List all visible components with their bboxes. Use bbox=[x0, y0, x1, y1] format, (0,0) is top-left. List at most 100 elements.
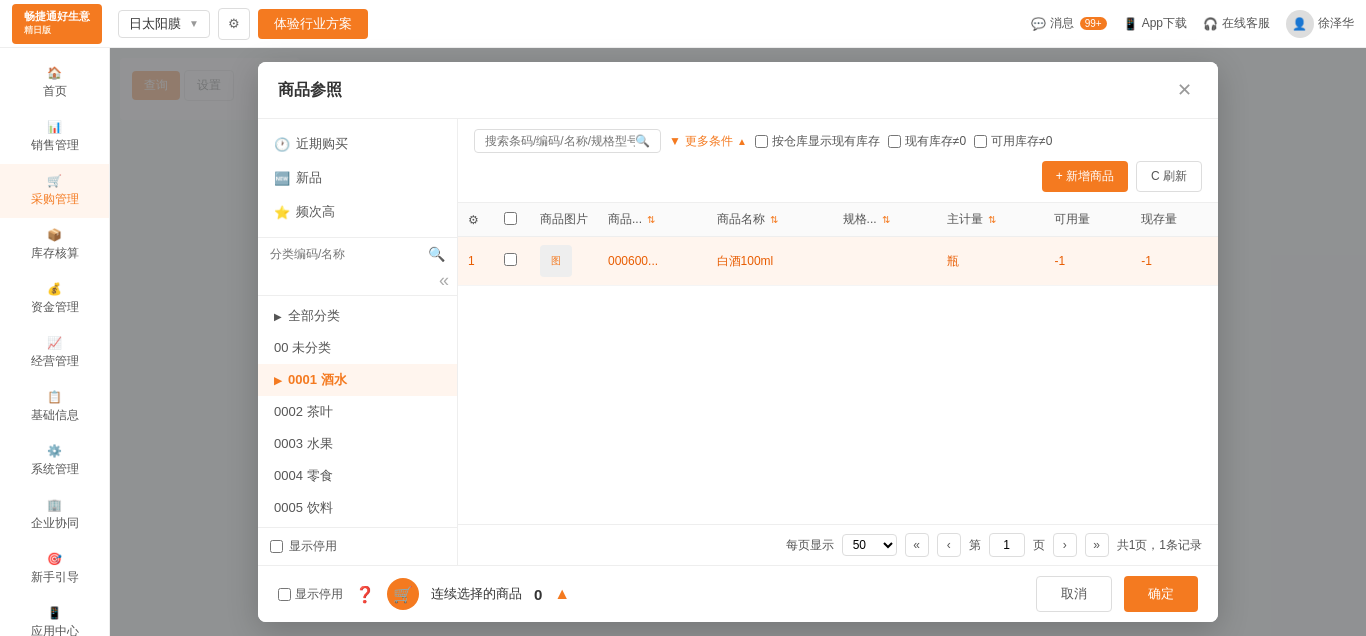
th-unit[interactable]: 主计量 ⇅ bbox=[937, 203, 1044, 237]
row-select-checkbox[interactable] bbox=[504, 253, 517, 266]
category-search-icon[interactable]: 🔍 bbox=[428, 246, 445, 262]
th-code[interactable]: 商品... ⇅ bbox=[598, 203, 707, 237]
modal-left-footer: 显示停用 bbox=[258, 527, 457, 565]
product-search-input[interactable] bbox=[485, 134, 635, 148]
sidebar-label-home: 首页 bbox=[43, 83, 67, 100]
nav-user[interactable]: 👤 徐泽华 bbox=[1286, 10, 1354, 38]
nav-service[interactable]: 🎧 在线客服 bbox=[1203, 15, 1270, 32]
checkbox-available[interactable] bbox=[888, 135, 901, 148]
th-checkbox bbox=[494, 203, 530, 237]
refresh-button[interactable]: C 刷新 bbox=[1136, 161, 1202, 192]
category-tea[interactable]: 0002 茶叶 bbox=[258, 396, 457, 428]
first-page-button[interactable]: « bbox=[905, 533, 929, 557]
tab-recent-label: 近期购买 bbox=[296, 135, 348, 153]
system-icon: ⚙️ bbox=[47, 444, 62, 458]
show-disabled-label: 显示停用 bbox=[289, 538, 337, 555]
sidebar-item-inventory[interactable]: 📦 库存核算 bbox=[0, 218, 109, 272]
sidebar-label-operations: 经营管理 bbox=[31, 353, 79, 370]
sort-icon-spec: ⇅ bbox=[882, 214, 890, 225]
checkbox-warehouse[interactable] bbox=[755, 135, 768, 148]
product-reference-modal: 商品参照 ✕ 🕐 近期购买 🆕 bbox=[258, 62, 1218, 622]
chevron-down-icon: ▼ bbox=[189, 18, 199, 29]
tab-new-products[interactable]: 🆕 新品 bbox=[258, 161, 457, 195]
row-name: 白酒100ml bbox=[707, 237, 833, 286]
category-fruit[interactable]: 0003 水果 bbox=[258, 428, 457, 460]
page-size-select[interactable]: 50 10 20 100 bbox=[842, 534, 897, 556]
select-all-checkbox[interactable] bbox=[504, 212, 517, 225]
sidebar-item-system[interactable]: ⚙️ 系统管理 bbox=[0, 434, 109, 488]
sidebar-item-basic-info[interactable]: 📋 基础信息 bbox=[0, 380, 109, 434]
help-icon[interactable]: ❓ bbox=[355, 585, 375, 604]
company-selector[interactable]: 日太阳膜 ▼ bbox=[118, 10, 210, 38]
show-disabled-checkbox[interactable] bbox=[270, 540, 283, 553]
confirm-button[interactable]: 确定 bbox=[1124, 576, 1198, 612]
table-header-row: ⚙ 商品图片 商品... ⇅ 商品名称 bbox=[458, 203, 1218, 237]
footer-disabled-checkbox[interactable] bbox=[278, 588, 291, 601]
category-liquor[interactable]: ▶ 0001 酒水 bbox=[258, 364, 457, 396]
selector-text: 日太阳膜 bbox=[129, 15, 181, 33]
continuous-select-label: 连续选择的商品 bbox=[431, 585, 522, 603]
footer-collapse-icon[interactable]: ▲ bbox=[554, 585, 570, 603]
sidebar-item-sales[interactable]: 📊 销售管理 bbox=[0, 110, 109, 164]
page-content: 查询 设置 商品参照 ✕ bbox=[110, 48, 1366, 636]
sidebar-item-operations[interactable]: 📈 经营管理 bbox=[0, 326, 109, 380]
category-uncategorized[interactable]: 00 未分类 bbox=[258, 332, 457, 364]
modal-close-button[interactable]: ✕ bbox=[1170, 76, 1198, 104]
product-search-box: 🔍 bbox=[474, 129, 661, 153]
th-settings: ⚙ bbox=[458, 203, 494, 237]
sidebar-item-purchase[interactable]: 🛒 采购管理 bbox=[0, 164, 109, 218]
thumb-label: 图 bbox=[551, 254, 561, 268]
category-label-all: 全部分类 bbox=[288, 307, 340, 325]
purchase-icon: 🛒 bbox=[47, 174, 62, 188]
product-thumbnail: 图 bbox=[540, 245, 572, 277]
nav-app-download[interactable]: 📱 App下载 bbox=[1123, 15, 1187, 32]
collapse-panel-icon[interactable]: « bbox=[439, 270, 449, 291]
tab-frequent[interactable]: ⭐ 频次高 bbox=[258, 195, 457, 229]
sidebar-item-app-center[interactable]: 📱 应用中心 bbox=[0, 596, 109, 636]
th-name[interactable]: 商品名称 ⇅ bbox=[707, 203, 833, 237]
category-search: 🔍 bbox=[258, 238, 457, 270]
cancel-button[interactable]: 取消 bbox=[1036, 576, 1112, 612]
row-available: -1 bbox=[1044, 237, 1131, 286]
cart-icon[interactable]: 🛒 bbox=[387, 578, 419, 610]
page-label2: 页 bbox=[1033, 537, 1045, 554]
trial-button[interactable]: 体验行业方案 bbox=[258, 9, 368, 39]
settings-icon[interactable]: ⚙ bbox=[218, 8, 250, 40]
category-snacks[interactable]: 0004 零食 bbox=[258, 460, 457, 492]
modal-toolbar: 🔍 ▼ 更多条件 ▲ 按仓库显示现有库存 bbox=[458, 119, 1218, 203]
footer-show-disabled[interactable]: 显示停用 bbox=[278, 586, 343, 603]
nav-message[interactable]: 💬 消息 99+ bbox=[1031, 15, 1107, 32]
sidebar-item-guide[interactable]: 🎯 新手引导 bbox=[0, 542, 109, 596]
prev-page-button[interactable]: ‹ bbox=[937, 533, 961, 557]
checkbox-warehouse-group[interactable]: 按仓库显示现有库存 bbox=[755, 133, 880, 150]
tab-new-label: 新品 bbox=[296, 169, 322, 187]
page-label: 第 bbox=[969, 537, 981, 554]
logo-line1: 畅捷通好生意 bbox=[24, 10, 90, 23]
checkbox-usable[interactable] bbox=[974, 135, 987, 148]
last-page-button[interactable]: » bbox=[1085, 533, 1109, 557]
product-table-container: ⚙ 商品图片 商品... ⇅ 商品名称 bbox=[458, 203, 1218, 524]
add-product-button[interactable]: + 新增商品 bbox=[1042, 161, 1128, 192]
sidebar-label-sales: 销售管理 bbox=[31, 137, 79, 154]
next-page-button[interactable]: › bbox=[1053, 533, 1077, 557]
category-search-input[interactable] bbox=[270, 247, 424, 261]
category-drinks[interactable]: 0005 饮料 bbox=[258, 492, 457, 524]
sidebar-item-finance[interactable]: 💰 资金管理 bbox=[0, 272, 109, 326]
sidebar-item-home[interactable]: 🏠 首页 bbox=[0, 56, 109, 110]
th-spec-label: 规格... bbox=[843, 212, 877, 226]
sidebar-item-enterprise[interactable]: 🏢 企业协同 bbox=[0, 488, 109, 542]
filter-button[interactable]: ▼ 更多条件 ▲ bbox=[669, 133, 747, 150]
checkbox-available-group[interactable]: 现有库存≠0 bbox=[888, 133, 966, 150]
page-number-input[interactable] bbox=[989, 533, 1025, 557]
category-all[interactable]: ▶ 全部分类 bbox=[258, 300, 457, 332]
modal-overlay: 商品参照 ✕ 🕐 近期购买 🆕 bbox=[110, 48, 1366, 636]
search-icon[interactable]: 🔍 bbox=[635, 134, 650, 148]
checkbox-usable-label: 可用库存≠0 bbox=[991, 133, 1052, 150]
table-row[interactable]: 1 图 000600... 白酒100ml bbox=[458, 237, 1218, 286]
checkbox-usable-group[interactable]: 可用库存≠0 bbox=[974, 133, 1052, 150]
row-checkbox[interactable] bbox=[494, 237, 530, 286]
tab-recent-purchase[interactable]: 🕐 近期购买 bbox=[258, 127, 457, 161]
th-spec[interactable]: 规格... ⇅ bbox=[833, 203, 937, 237]
product-table: ⚙ 商品图片 商品... ⇅ 商品名称 bbox=[458, 203, 1218, 286]
sort-icon-code: ⇅ bbox=[647, 214, 655, 225]
